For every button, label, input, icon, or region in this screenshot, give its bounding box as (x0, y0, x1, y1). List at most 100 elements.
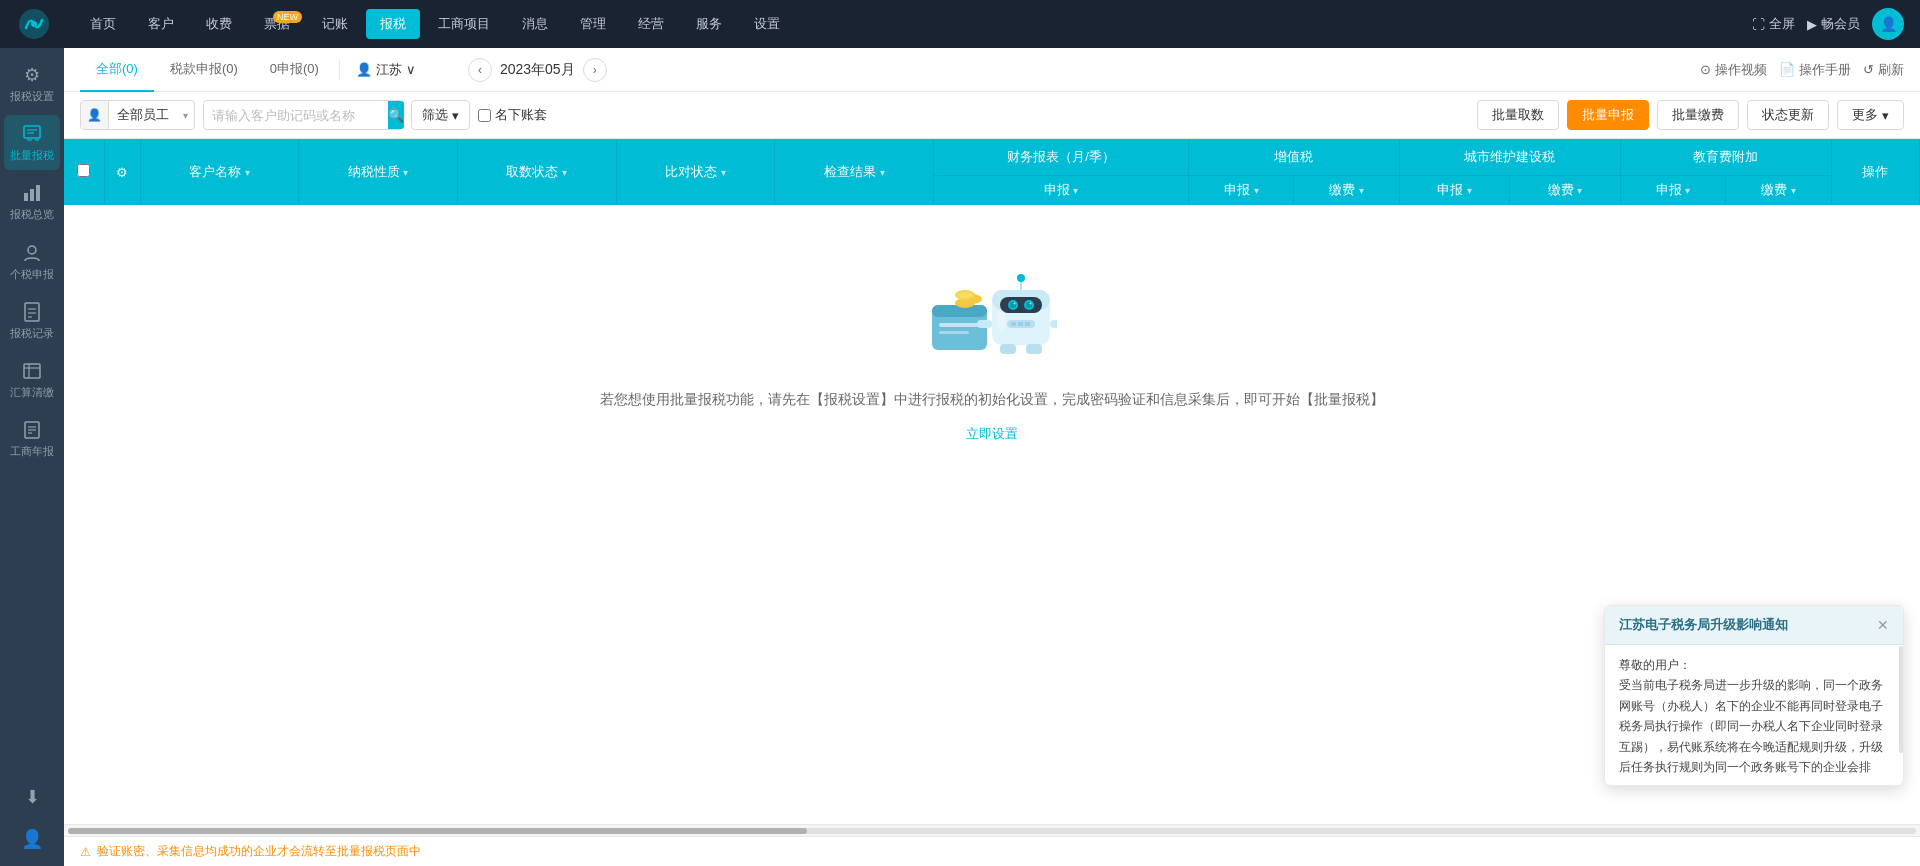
tab-bar: 全部(0) 税款申报(0) 0申报(0) 👤 江苏 ∨ ‹ 2023年05月 ›… (64, 48, 1920, 92)
next-month-btn[interactable]: › (583, 58, 607, 82)
filter-button[interactable]: 筛选 ▾ (411, 100, 470, 130)
more-btn[interactable]: 更多 ▾ (1837, 100, 1904, 130)
finance-declare-filter[interactable]: ▾ (1073, 185, 1078, 196)
tab-right-actions: ⊙ 操作视频 📄 操作手册 ↺ 刷新 (1700, 61, 1904, 79)
th-fetch-status: 取数状态 ▾ (457, 139, 616, 205)
account-suite-checkbox[interactable]: 名下账套 (478, 106, 547, 124)
fetch-status-filter-icon[interactable]: ▾ (562, 167, 567, 178)
logo[interactable] (16, 6, 52, 42)
edu-declare-filter[interactable]: ▾ (1685, 185, 1690, 196)
bottom-bar: ⚠ 验证账密、采集信息均成功的企业才会流转至批量报税页面中 (64, 836, 1920, 866)
select-all-checkbox[interactable] (77, 164, 90, 177)
table-header-row: ⚙ 客户名称 ▾ 纳税性质 ▾ 取数状态 ▾ (64, 139, 1920, 175)
svg-point-1 (31, 21, 37, 27)
batch-declare-btn[interactable]: 批量申报 (1567, 100, 1649, 130)
controls-bar: 👤 全部员工 ▾ 🔍 筛选 ▾ 名下账套 批量取数 批量申报 批量缴费 (64, 92, 1920, 139)
nav-operation[interactable]: 经营 (624, 9, 678, 39)
nav-tax[interactable]: 报税 (366, 9, 420, 39)
sidebar-item-tax-settings[interactable]: ⚙ 报税设置 (4, 56, 60, 111)
th-checkbox[interactable] (64, 139, 104, 205)
svg-point-10 (28, 246, 36, 254)
nav-accounting[interactable]: 记账 (308, 9, 362, 39)
svg-rect-41 (1018, 322, 1023, 326)
th-finance-report: 财务报表（月/季） (934, 139, 1189, 175)
employee-icon: 👤 (81, 101, 109, 129)
region-select[interactable]: 👤 江苏 ∨ (344, 48, 428, 92)
scroll-track (68, 828, 1916, 834)
sidebar-item-tax-records[interactable]: 报税记录 (4, 293, 60, 348)
nav-client[interactable]: 客户 (134, 9, 188, 39)
op-video-btn[interactable]: ⊙ 操作视频 (1700, 61, 1767, 79)
nav-message[interactable]: 消息 (508, 9, 562, 39)
svg-rect-47 (1000, 344, 1016, 354)
tax-type-filter-icon[interactable]: ▾ (403, 167, 408, 178)
search-input[interactable] (204, 108, 388, 123)
warning-icon: ⚠ (80, 845, 91, 859)
sidebar-user[interactable]: 👤 (4, 820, 60, 858)
fullscreen-btn[interactable]: ⛶ 全屏 (1752, 15, 1795, 33)
member-btn[interactable]: ▶ 畅会员 (1807, 15, 1860, 33)
user-avatar[interactable]: 👤 (1872, 8, 1904, 40)
employee-arrow: ▾ (177, 110, 194, 121)
th-vat-declare: 申报 ▾ (1188, 175, 1294, 205)
nav-home[interactable]: 首页 (76, 9, 130, 39)
account-suite-label: 名下账套 (495, 106, 547, 124)
sidebar-item-personal-tax[interactable]: 个税申报 (4, 234, 60, 289)
sidebar-item-annual-report[interactable]: 工商年报 (4, 411, 60, 466)
svg-rect-48 (1026, 344, 1042, 354)
setup-link[interactable]: 立即设置 (966, 425, 1018, 443)
scroll-thumb[interactable] (68, 828, 807, 834)
notification-scrollbar[interactable] (1899, 646, 1903, 753)
refresh-btn[interactable]: ↺ 刷新 (1863, 61, 1904, 79)
th-tax-type: 纳税性质 ▾ (299, 139, 458, 205)
nav-service[interactable]: 服务 (682, 9, 736, 39)
tab-all[interactable]: 全部(0) (80, 48, 154, 92)
op-manual-btn[interactable]: 📄 操作手册 (1779, 61, 1851, 79)
tax-settings-label: 报税设置 (10, 90, 54, 103)
edu-pay-filter[interactable]: ▾ (1791, 185, 1796, 196)
sidebar-download[interactable]: ⬇ (4, 778, 60, 816)
top-nav-right: ⛶ 全屏 ▶ 畅会员 👤 (1752, 8, 1904, 40)
tax-settings-icon: ⚙ (21, 64, 43, 86)
vat-pay-filter[interactable]: ▾ (1359, 185, 1364, 196)
status-update-btn[interactable]: 状态更新 (1747, 100, 1829, 130)
sidebar-item-batch-tax[interactable]: 批量报税 (4, 115, 60, 170)
nav-manage[interactable]: 管理 (566, 9, 620, 39)
vat-declare-filter[interactable]: ▾ (1254, 185, 1259, 196)
svg-rect-2 (24, 126, 40, 138)
op-manual-icon: 📄 (1779, 62, 1795, 77)
prev-month-btn[interactable]: ‹ (468, 58, 492, 82)
city-declare-filter[interactable]: ▾ (1467, 185, 1472, 196)
settlement-icon (21, 360, 43, 382)
sidebar-item-settlement[interactable]: 汇算清缴 (4, 352, 60, 407)
tab-tax-declare[interactable]: 税款申报(0) (154, 48, 254, 92)
batch-fetch-btn[interactable]: 批量取数 (1477, 100, 1559, 130)
check-result-filter-icon[interactable]: ▾ (880, 167, 885, 178)
nav-billing[interactable]: 收费 (192, 9, 246, 39)
nav-bizproject[interactable]: 工商项目 (424, 9, 504, 39)
compare-status-filter-icon[interactable]: ▾ (721, 167, 726, 178)
region-label: 江苏 (376, 61, 402, 79)
svg-rect-46 (1050, 320, 1057, 328)
notification-popup: 江苏电子税务局升级影响通知 ✕ 尊敬的用户： 受当前电子税务局进一步升级的影响，… (1604, 605, 1904, 786)
member-icon: ▶ (1807, 17, 1817, 32)
annual-report-icon (21, 419, 43, 441)
tab-zero-declare[interactable]: 0申报(0) (254, 48, 335, 92)
filter-arrow-icon: ▾ (452, 108, 459, 123)
batch-pay-btn[interactable]: 批量缴费 (1657, 100, 1739, 130)
client-name-filter-icon[interactable]: ▾ (245, 167, 250, 178)
avatar-icon: 👤 (1880, 16, 1897, 32)
notification-close-btn[interactable]: ✕ (1877, 618, 1889, 632)
th-settings[interactable]: ⚙ (104, 139, 140, 205)
sidebar-item-tax-summary[interactable]: 报税总览 (4, 174, 60, 229)
nav-settings[interactable]: 设置 (740, 9, 794, 39)
batch-tax-label: 批量报税 (10, 149, 54, 162)
horizontal-scrollbar[interactable] (64, 824, 1920, 836)
nav-invoice[interactable]: 票据 NEW (250, 9, 304, 39)
account-suite-check[interactable] (478, 109, 491, 122)
employee-select[interactable]: 👤 全部员工 ▾ (80, 100, 195, 130)
svg-rect-45 (977, 320, 992, 328)
search-button[interactable]: 🔍 (388, 101, 404, 129)
city-pay-filter[interactable]: ▾ (1577, 185, 1582, 196)
op-video-icon: ⊙ (1700, 62, 1711, 77)
